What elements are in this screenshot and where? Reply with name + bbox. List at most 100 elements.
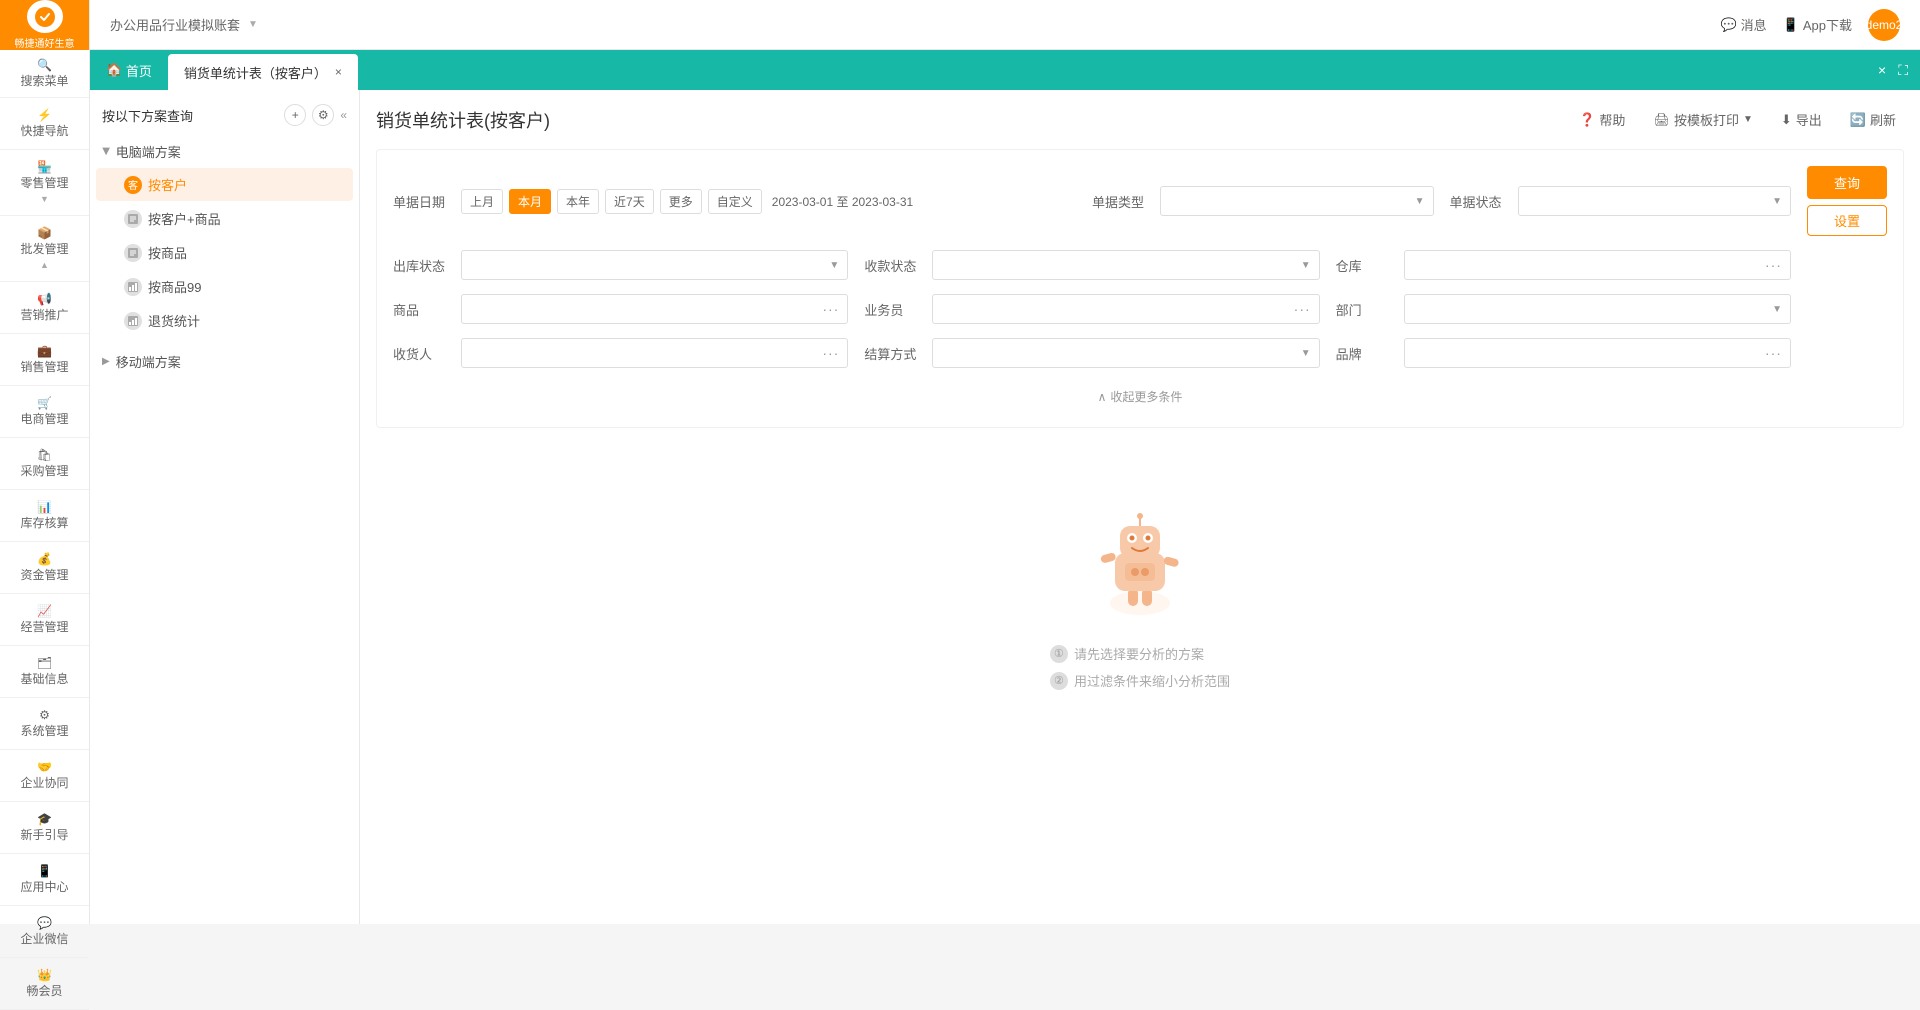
payment-status-label: 收款状态 — [864, 256, 924, 275]
sidebar-item-cooperation[interactable]: 🤝 企业协同 — [0, 750, 89, 802]
refresh-btn[interactable]: 🔄 刷新 — [1842, 106, 1904, 133]
mobile-group-arrow-icon: ▶ — [102, 356, 110, 367]
collapse-scheme-btn[interactable]: « — [340, 108, 347, 122]
empty-state: ① 请先选择要分析的方案 ② 用过滤条件来缩小分析范围 — [376, 428, 1904, 778]
print-dropdown-icon: ▼ — [1743, 114, 1753, 125]
finance-icon: 💰 — [0, 552, 89, 566]
export-btn[interactable]: ⬇ 导出 — [1773, 106, 1830, 133]
user-avatar[interactable]: demo2 — [1868, 9, 1900, 41]
tab-active[interactable]: 销货单统计表（按客户） × — [168, 54, 358, 90]
date-btn-this-month[interactable]: 本月 — [509, 189, 551, 214]
system-icon: ⚙ — [0, 708, 89, 722]
help-icon: ❓ — [1579, 112, 1595, 128]
scheme-item-by-product-99[interactable]: 按商品99 — [96, 270, 353, 303]
date-btn-more[interactable]: 更多 — [660, 189, 702, 214]
sidebar-item-member[interactable]: 👑 畅会员 — [0, 958, 89, 1010]
scheme-item-by-customer-product[interactable]: 按客户+商品 — [96, 202, 353, 235]
receiver-more-icon[interactable]: ··· — [822, 345, 839, 361]
filter-row-1: 单据日期 上月 本月 本年 近7天 更多 自定义 2023-03-01 至 20… — [393, 166, 1887, 236]
filter-row-3: 商品 ··· 业务员 ··· 部门 — [393, 294, 1887, 324]
warehouse-more-icon[interactable]: ··· — [1765, 257, 1782, 273]
close-window-btn[interactable]: × — [1874, 58, 1890, 82]
order-status-filter-item: 单据状态 ▼ — [1450, 186, 1792, 216]
delivery-status-label: 出库状态 — [393, 256, 453, 275]
payment-status-select[interactable]: ▼ — [932, 250, 1319, 280]
sidebar-item-retail[interactable]: 🏪 零售管理 ▼ — [0, 150, 89, 216]
product-more-icon[interactable]: ··· — [822, 301, 839, 317]
sidebar-item-wechat[interactable]: 💬 企业微信 — [0, 906, 89, 958]
basic-icon: 🗂 — [0, 656, 89, 670]
tab-close-icon[interactable]: × — [335, 65, 342, 79]
sidebar-item-inventory[interactable]: 📊 库存核算 — [0, 490, 89, 542]
sidebar-item-sales[interactable]: 💼 销售管理 — [0, 334, 89, 386]
order-status-select[interactable]: ▼ — [1518, 186, 1792, 216]
scheme-panel-header: 按以下方案查询 + ⚙ « — [90, 98, 359, 132]
scheme-item-by-product[interactable]: 按商品 — [96, 236, 353, 269]
order-type-dropdown-icon: ▼ — [1415, 196, 1425, 207]
date-btn-this-year[interactable]: 本年 — [557, 189, 599, 214]
sidebar: 畅捷通好生意 🔍 搜索菜单 ⚡ 快捷导航 🏪 零售管理 ▼ 📦 批发管理 ▲ 📢… — [0, 0, 90, 924]
workspace-selector[interactable]: 办公用品行业模拟账套 ▼ — [110, 15, 258, 34]
add-scheme-btn[interactable]: + — [284, 104, 306, 126]
refresh-icon: 🔄 — [1850, 112, 1866, 128]
scheme-item-by-customer[interactable]: 客 按客户 — [96, 168, 353, 201]
product-select[interactable]: ··· — [461, 294, 848, 324]
message-btn[interactable]: 💬 消息 — [1720, 15, 1766, 34]
print-btn[interactable]: 🖨 按模板打印 ▼ — [1645, 106, 1760, 133]
sidebar-item-finance[interactable]: 💰 资金管理 — [0, 542, 89, 594]
print-icon: 🖨 — [1653, 112, 1670, 128]
product-filter-item: 商品 ··· — [393, 294, 848, 324]
message-icon: 💬 — [1720, 17, 1736, 33]
settings-scheme-btn[interactable]: ⚙ — [312, 104, 334, 126]
brand-select[interactable]: ··· — [1404, 338, 1791, 368]
filter-row-2: 出库状态 ▼ 收款状态 ▼ 仓库 — [393, 250, 1887, 280]
scheme-item-return-stats[interactable]: 退货统计 — [96, 304, 353, 337]
sidebar-item-operations[interactable]: 📈 经营管理 — [0, 594, 89, 646]
sidebar-item-wholesale[interactable]: 📦 批发管理 ▲ — [0, 216, 89, 282]
scheme-panel-actions: + ⚙ « — [284, 104, 347, 126]
expand-window-btn[interactable]: ⛶ — [1894, 58, 1912, 83]
desktop-scheme-group: ▶ 电脑端方案 客 按客户 — [90, 132, 359, 342]
department-select[interactable]: ▼ — [1404, 294, 1791, 324]
inventory-icon: 📊 — [0, 500, 89, 514]
salesperson-more-icon[interactable]: ··· — [1294, 301, 1311, 317]
sidebar-item-system[interactable]: ⚙ 系统管理 — [0, 698, 89, 750]
app-logo[interactable]: 畅捷通好生意 — [0, 0, 89, 50]
date-btn-custom[interactable]: 自定义 — [708, 189, 762, 214]
payment-status-dropdown-icon: ▼ — [1301, 260, 1311, 271]
date-btn-last-month[interactable]: 上月 — [461, 189, 503, 214]
sidebar-item-appcenter[interactable]: 📱 应用中心 — [0, 854, 89, 906]
brand-more-icon[interactable]: ··· — [1765, 345, 1782, 361]
sidebar-item-guide[interactable]: 🎓 新手引导 — [0, 802, 89, 854]
settlement-select[interactable]: ▼ — [932, 338, 1319, 368]
mobile-group-header[interactable]: ▶ 移动端方案 — [90, 346, 359, 377]
delivery-status-select[interactable]: ▼ — [461, 250, 848, 280]
tab-home[interactable]: 🏠 首页 — [90, 50, 168, 90]
order-status-dropdown-icon: ▼ — [1772, 196, 1782, 207]
scheme-panel: 按以下方案查询 + ⚙ « ▶ 电脑端方案 客 按客户 — [90, 90, 360, 924]
mobile-scheme-group: ▶ 移动端方案 — [90, 342, 359, 381]
sidebar-item-search[interactable]: 🔍 搜索菜单 — [0, 50, 89, 98]
help-btn[interactable]: ❓ 帮助 — [1571, 106, 1633, 133]
query-btn[interactable]: 查询 — [1807, 166, 1887, 199]
desktop-group-header[interactable]: ▶ 电脑端方案 — [90, 136, 359, 167]
scheme-item-icon-product99 — [124, 278, 142, 296]
sidebar-item-shortcut[interactable]: ⚡ 快捷导航 — [0, 98, 89, 150]
receiver-select[interactable]: ··· — [461, 338, 848, 368]
sidebar-item-ecommerce[interactable]: 🛒 电商管理 — [0, 386, 89, 438]
date-range-display: 2023-03-01 至 2023-03-31 — [772, 193, 913, 210]
collapse-more-btn[interactable]: ∧ 收起更多条件 — [393, 382, 1887, 411]
app-download-btn[interactable]: 📱 App下载 — [1783, 15, 1852, 34]
sidebar-item-marketing[interactable]: 📢 营销推广 — [0, 282, 89, 334]
marketing-icon: 📢 — [0, 292, 89, 306]
sidebar-item-basic[interactable]: 🗂 基础信息 — [0, 646, 89, 698]
order-type-select[interactable]: ▼ — [1160, 186, 1434, 216]
sidebar-item-purchase[interactable]: 🛍 采购管理 — [0, 438, 89, 490]
salesperson-label: 业务员 — [864, 300, 924, 319]
salesperson-select[interactable]: ··· — [932, 294, 1319, 324]
order-status-label: 单据状态 — [1450, 192, 1510, 211]
date-btn-7days[interactable]: 近7天 — [605, 189, 654, 214]
warehouse-select[interactable]: ··· — [1404, 250, 1791, 280]
page-title-row: 销货单统计表(按客户) ❓ 帮助 🖨 按模板打印 ▼ ⬇ 导出 — [376, 106, 1904, 133]
settings-btn[interactable]: 设置 — [1807, 205, 1887, 236]
